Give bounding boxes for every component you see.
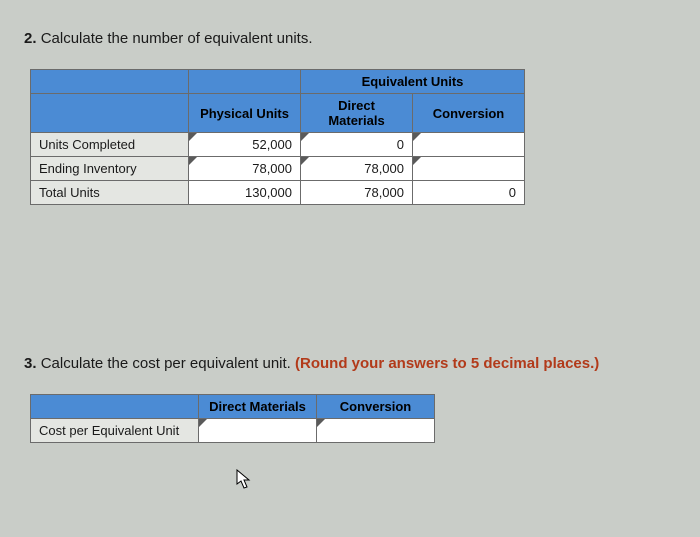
table-row: Total Units 130,000 78,000 0 [31,181,525,205]
direct-materials-input[interactable] [199,419,317,443]
header-direct-materials: Direct Materials [199,395,317,419]
equivalent-units-table: Equivalent Units Physical Units Direct M… [30,69,525,205]
q2-number: 2. [24,30,37,47]
header-direct-materials: Direct Materials [301,94,413,133]
q3-hint: (Round your answers to 5 decimal places.… [295,355,599,372]
conversion-input[interactable] [413,133,525,157]
table-row: Units Completed 52,000 0 [31,133,525,157]
conversion-input[interactable] [413,157,525,181]
q3-number: 3. [24,355,37,372]
physical-units-input[interactable]: 52,000 [189,133,301,157]
header-conversion: Conversion [317,395,435,419]
direct-materials-input[interactable]: 78,000 [301,157,413,181]
physical-units-input[interactable]: 78,000 [189,157,301,181]
conversion-total: 0 [413,181,525,205]
header-blank-left [31,94,189,133]
row-label: Total Units [31,181,189,205]
cost-per-unit-table: Direct Materials Conversion Cost per Equ… [30,394,435,443]
row-label: Units Completed [31,133,189,157]
direct-materials-total: 78,000 [301,181,413,205]
q2-text: Calculate the number of equivalent units… [41,30,313,47]
table-row: Cost per Equivalent Unit [31,419,435,443]
question-2-prompt: 2. Calculate the number of equivalent un… [24,30,676,47]
cursor-icon [236,469,254,491]
header-physical-units: Physical Units [189,94,301,133]
row-label: Ending Inventory [31,157,189,181]
header-blank-top [31,70,189,94]
row-label: Cost per Equivalent Unit [31,419,199,443]
question-3-prompt: 3. Calculate the cost per equivalent uni… [24,355,676,372]
header-equivalent-units: Equivalent Units [301,70,525,94]
header-conversion: Conversion [413,94,525,133]
header-blank-left [31,395,199,419]
direct-materials-input[interactable]: 0 [301,133,413,157]
conversion-input[interactable] [317,419,435,443]
header-blank-physical [189,70,301,94]
table-row: Ending Inventory 78,000 78,000 [31,157,525,181]
physical-units-total: 130,000 [189,181,301,205]
q3-text: Calculate the cost per equivalent unit. [41,355,291,372]
